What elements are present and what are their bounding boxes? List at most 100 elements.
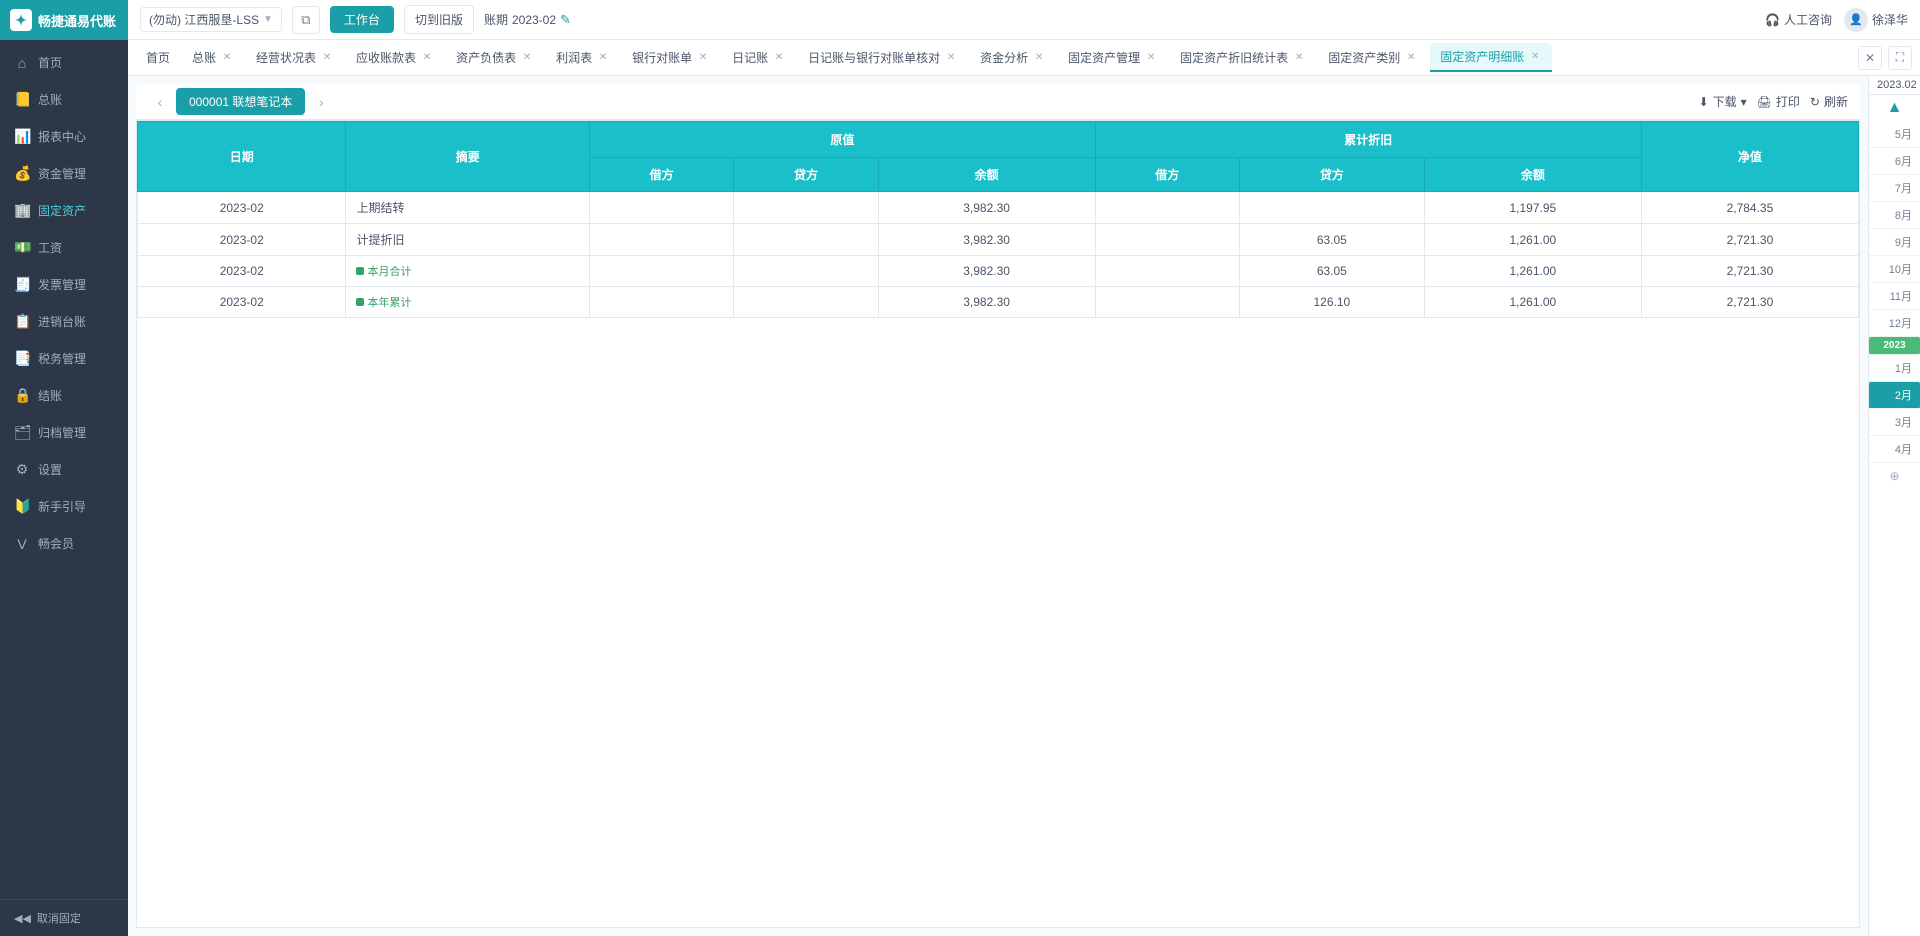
timeline-month-item[interactable]: 7月	[1869, 175, 1920, 202]
cashmanage-icon: 💰	[14, 165, 30, 182]
guide-icon: 🔰	[14, 498, 30, 515]
copy-button[interactable]: ⧉	[292, 6, 320, 34]
timeline-month-item[interactable]: 3月	[1869, 409, 1920, 436]
tab-close-profit[interactable]: ✕	[596, 51, 610, 65]
tab-business[interactable]: 经营状况表✕	[246, 44, 344, 71]
sidebar-item-salesledger[interactable]: 📋进销台账	[0, 303, 128, 340]
tab-reconcile[interactable]: 日记账与银行对账单核对 ✕	[798, 44, 968, 71]
sidebar-item-archive[interactable]: 🗂归档管理	[0, 414, 128, 451]
tab-ledger[interactable]: 总账✕	[182, 44, 244, 71]
workbench-button[interactable]: 工作台	[330, 6, 394, 33]
tab-label: 利润表	[556, 49, 592, 66]
col-date: 日期	[138, 122, 346, 192]
download-button[interactable]: ⬇ 下载 ▾	[1699, 93, 1747, 110]
timeline-month-item[interactable]: 8月	[1869, 202, 1920, 229]
tab-label: 日记账	[732, 49, 768, 66]
user-menu[interactable]: 👤 徐泽华	[1844, 8, 1908, 32]
sidebar-item-guide[interactable]: 🔰新手引导	[0, 488, 128, 525]
refresh-icon: ↻	[1810, 95, 1820, 109]
tab-bank[interactable]: 银行对账单 ✕	[622, 44, 720, 71]
tab-label: 日记账与银行对账单核对	[808, 49, 940, 66]
switch-version-button[interactable]: 切到旧版	[404, 5, 474, 34]
invoice-icon: 🧾	[14, 276, 30, 293]
asset-actions: ⬇ 下载 ▾ 🖨 打印 ↻ 刷新	[1699, 93, 1848, 110]
tab-label: 固定资产类别	[1328, 49, 1400, 66]
timeline-month-item[interactable]: 9月	[1869, 229, 1920, 256]
asset-tab-active[interactable]: 000001 联想笔记本	[176, 88, 305, 115]
print-icon: 🖨	[1757, 95, 1772, 109]
sidebar-item-tax[interactable]: 📑税务管理	[0, 340, 128, 377]
tab-balance[interactable]: 资产负债表✕	[446, 44, 544, 71]
timeline-month-item[interactable]: 5月	[1869, 121, 1920, 148]
sidebar-item-salary[interactable]: 💵工资	[0, 229, 128, 266]
cell-dep-debit	[1095, 192, 1239, 224]
more-icon: ⊕	[1889, 469, 1899, 483]
timeline-month-item[interactable]: 12月	[1869, 310, 1920, 337]
tab-cashflow[interactable]: 资金分析✕	[970, 44, 1056, 71]
archive-icon: 🗂	[14, 424, 30, 441]
help-button[interactable]: 🎧 人工咨询	[1765, 11, 1832, 28]
timeline-month-item[interactable]: 10月	[1869, 256, 1920, 283]
tab-close-assettype[interactable]: ✕	[1404, 51, 1418, 65]
sidebar-item-home[interactable]: ⌂首页	[0, 44, 128, 81]
timeline-more[interactable]: ⊕	[1869, 463, 1920, 489]
sidebar-item-closing[interactable]: 🔒结账	[0, 377, 128, 414]
timeline-month-item[interactable]: 6月	[1869, 148, 1920, 175]
tab-depreciation[interactable]: 固定资产折旧统计表✕	[1170, 44, 1316, 71]
tab-assetdetail[interactable]: 固定资产明细账✕	[1430, 43, 1552, 72]
tab-close-fixedasset[interactable]: ✕	[1144, 51, 1158, 65]
sidebar-item-invoice[interactable]: 🧾发票管理	[0, 266, 128, 303]
sidebar-item-cashmanage[interactable]: 💰资金管理	[0, 155, 128, 192]
timeline-scroll-up[interactable]: ▲	[1869, 95, 1920, 121]
tab-receivable[interactable]: 应收账款表✕	[346, 44, 444, 71]
nav-prev-button[interactable]: ‹	[148, 90, 172, 114]
cell-orig-credit	[734, 256, 878, 287]
tab-close-ledger[interactable]: ✕	[220, 51, 234, 65]
timeline-month-item[interactable]: 1月	[1869, 355, 1920, 382]
sidebar-pin[interactable]: ◀◀ 取消固定	[0, 899, 128, 936]
tab-close-cashflow[interactable]: ✕	[1032, 51, 1046, 65]
print-button[interactable]: 🖨 打印	[1757, 93, 1800, 110]
sidebar-item-fixedasset[interactable]: 🏢固定资产	[0, 192, 128, 229]
tab-close-bank[interactable]: ✕	[696, 51, 710, 65]
cell-dep-credit: 63.05	[1239, 256, 1424, 287]
maximize-button[interactable]: ⛶	[1888, 46, 1912, 70]
refresh-button[interactable]: ↻ 刷新	[1810, 93, 1848, 110]
sidebar-item-label: 设置	[38, 461, 62, 478]
tab-close-depreciation[interactable]: ✕	[1292, 51, 1306, 65]
timeline-month-item[interactable]: 2月	[1869, 382, 1920, 409]
tab-home[interactable]: 首页	[136, 44, 180, 71]
cell-date: 2023-02	[138, 224, 346, 256]
period-value: 2023-02	[512, 13, 556, 27]
asset-detail-table: 日期 摘要 原值 累计折旧 净值 借方 贷方 余额 借方 贷方 余额	[137, 121, 1859, 318]
tab-label: 首页	[146, 49, 170, 66]
cell-summary: 本年累计	[346, 287, 590, 318]
table-row: 2023-02 本月合计 3,982.30 63.05 1,261.00 2,7…	[138, 256, 1859, 287]
tab-close-receivable[interactable]: ✕	[420, 51, 434, 65]
tab-close-journal[interactable]: ✕	[772, 51, 786, 65]
tab-journal[interactable]: 日记账 ✕	[722, 44, 796, 71]
pin-icon: ◀◀	[14, 912, 31, 925]
tab-fixedasset[interactable]: 固定资产管理✕	[1058, 44, 1168, 71]
company-selector[interactable]: (勿动) 江西服垦-LSS ▼	[140, 7, 282, 32]
tab-close-business[interactable]: ✕	[320, 51, 334, 65]
tab-label: 银行对账单	[632, 49, 692, 66]
tab-close-assetdetail[interactable]: ✕	[1528, 50, 1542, 64]
sidebar-item-settings[interactable]: ⚙设置	[0, 451, 128, 488]
timeline-month-item[interactable]: 11月	[1869, 283, 1920, 310]
topbar: (勿动) 江西服垦-LSS ▼ ⧉ 工作台 切到旧版 账期 2023-02 ✎ …	[128, 0, 1920, 40]
period-edit-icon[interactable]: ✎	[560, 12, 571, 28]
tab-close-reconcile[interactable]: ✕	[944, 51, 958, 65]
sidebar-item-vip[interactable]: V畅会员	[0, 525, 128, 562]
sidebar-item-ledger[interactable]: 📒总账	[0, 81, 128, 118]
sidebar-item-label: 工资	[38, 239, 62, 256]
cell-net-value: 2,721.30	[1641, 224, 1858, 256]
vip-icon: V	[14, 536, 30, 552]
tab-close-balance[interactable]: ✕	[520, 51, 534, 65]
nav-next-button[interactable]: ›	[309, 90, 333, 114]
close-all-button[interactable]: ✕	[1858, 46, 1882, 70]
sidebar-item-reports[interactable]: 📊报表中心	[0, 118, 128, 155]
tab-assettype[interactable]: 固定资产类别 ✕	[1318, 44, 1428, 71]
timeline-month-item[interactable]: 4月	[1869, 436, 1920, 463]
tab-profit[interactable]: 利润表 ✕	[546, 44, 620, 71]
